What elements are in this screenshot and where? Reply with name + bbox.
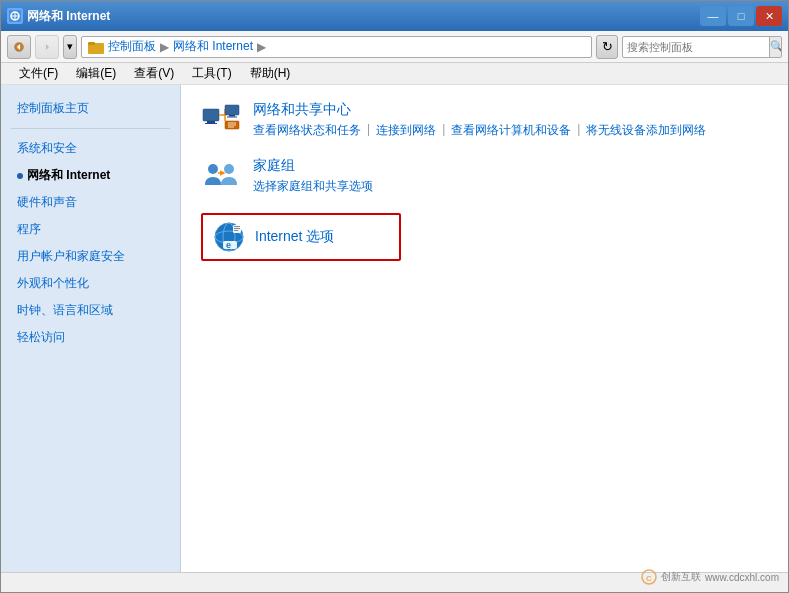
svg-point-22 bbox=[208, 164, 218, 174]
svg-rect-16 bbox=[229, 115, 235, 117]
svg-rect-17 bbox=[227, 117, 237, 118]
internet-options-item: e Internet 选项 bbox=[201, 213, 768, 261]
sidebar-item-network[interactable]: 网络和 Internet bbox=[1, 162, 180, 189]
sidebar-item-accessibility[interactable]: 轻松访问 bbox=[1, 324, 180, 351]
svg-rect-32 bbox=[234, 226, 240, 227]
titlebar-controls: — □ ✕ bbox=[700, 6, 782, 26]
forward-button[interactable] bbox=[35, 35, 59, 59]
internet-options-box: e Internet 选项 bbox=[201, 213, 401, 261]
breadcrumb-sep2: ▶ bbox=[257, 40, 266, 54]
main-window: 网络和 Internet — □ ✕ ▾ bbox=[0, 0, 789, 593]
link-homegroup-options[interactable]: 选择家庭组和共享选项 bbox=[253, 178, 373, 195]
sidebar: 控制面板主页 系统和安全 网络和 Internet 硬件和声音 程序 用户帐户和… bbox=[1, 85, 181, 572]
network-sharing-item: 网络和共享中心 查看网络状态和任务 | 连接到网络 | 查看网络计算机和设备 |… bbox=[201, 101, 768, 141]
menu-edit[interactable]: 编辑(E) bbox=[68, 63, 124, 84]
window-icon bbox=[7, 8, 23, 24]
homegroup-title[interactable]: 家庭组 bbox=[253, 157, 373, 175]
link-connect[interactable]: 连接到网络 bbox=[376, 122, 436, 139]
internet-options-icon: e bbox=[213, 221, 245, 253]
menu-help[interactable]: 帮助(H) bbox=[242, 63, 299, 84]
svg-rect-33 bbox=[234, 228, 240, 229]
refresh-icon: ↻ bbox=[602, 39, 613, 54]
titlebar-title: 网络和 Internet bbox=[27, 8, 110, 25]
maximize-button[interactable]: □ bbox=[728, 6, 754, 26]
minimize-button[interactable]: — bbox=[700, 6, 726, 26]
sidebar-item-programs[interactable]: 程序 bbox=[1, 216, 180, 243]
watermark-icon: C bbox=[641, 569, 657, 585]
dropdown-button[interactable]: ▾ bbox=[63, 35, 77, 59]
homegroup-icon bbox=[201, 157, 241, 197]
search-button[interactable]: 🔍 bbox=[769, 36, 782, 58]
titlebar: 网络和 Internet — □ ✕ bbox=[1, 1, 788, 31]
addressbar: ▾ 控制面板 ▶ 网络和 Internet ▶ ↻ 🔍 bbox=[1, 31, 788, 63]
sidebar-item-system[interactable]: 系统和安全 bbox=[1, 135, 180, 162]
sidebar-divider1 bbox=[11, 128, 170, 129]
svg-rect-11 bbox=[205, 123, 217, 124]
breadcrumb-controlpanel[interactable]: 控制面板 bbox=[108, 38, 156, 55]
link-view-computers[interactable]: 查看网络计算机和设备 bbox=[451, 122, 571, 139]
menu-view[interactable]: 查看(V) bbox=[126, 63, 182, 84]
svg-point-23 bbox=[224, 164, 234, 174]
link-view-status[interactable]: 查看网络状态和任务 bbox=[253, 122, 361, 139]
homegroup-links: 选择家庭组和共享选项 bbox=[253, 178, 373, 195]
sidebar-item-hardware[interactable]: 硬件和声音 bbox=[1, 189, 180, 216]
search-icon: 🔍 bbox=[770, 40, 782, 53]
menu-tools[interactable]: 工具(T) bbox=[184, 63, 239, 84]
search-input[interactable] bbox=[623, 41, 769, 53]
sidebar-item-user-accounts[interactable]: 用户帐户和家庭安全 bbox=[1, 243, 180, 270]
active-indicator bbox=[17, 173, 23, 179]
homegroup-text: 家庭组 选择家庭组和共享选项 bbox=[253, 157, 373, 195]
dropdown-icon: ▾ bbox=[67, 40, 73, 53]
content-area: 网络和共享中心 查看网络状态和任务 | 连接到网络 | 查看网络计算机和设备 |… bbox=[181, 85, 788, 572]
svg-text:C: C bbox=[646, 574, 652, 583]
network-sharing-title[interactable]: 网络和共享中心 bbox=[253, 101, 706, 119]
svg-marker-6 bbox=[46, 44, 49, 50]
network-sharing-icon bbox=[201, 101, 241, 141]
breadcrumb-sep1: ▶ bbox=[160, 40, 169, 54]
link-add-wireless[interactable]: 将无线设备添加到网络 bbox=[586, 122, 706, 139]
sidebar-item-clock[interactable]: 时钟、语言和区域 bbox=[1, 297, 180, 324]
menu-file[interactable]: 文件(F) bbox=[11, 63, 66, 84]
breadcrumb-network[interactable]: 网络和 Internet bbox=[173, 38, 253, 55]
svg-rect-10 bbox=[207, 121, 215, 123]
main-content: 控制面板主页 系统和安全 网络和 Internet 硬件和声音 程序 用户帐户和… bbox=[1, 85, 788, 572]
refresh-button[interactable]: ↻ bbox=[596, 35, 618, 59]
watermark-text: 创新互联 bbox=[661, 570, 701, 584]
search-bar: 🔍 bbox=[622, 36, 782, 58]
back-button[interactable] bbox=[7, 35, 31, 59]
sidebar-item-home[interactable]: 控制面板主页 bbox=[1, 95, 180, 122]
sidebar-item-appearance[interactable]: 外观和个性化 bbox=[1, 270, 180, 297]
network-sharing-text: 网络和共享中心 查看网络状态和任务 | 连接到网络 | 查看网络计算机和设备 |… bbox=[253, 101, 706, 139]
svg-rect-34 bbox=[234, 230, 238, 231]
internet-options-title[interactable]: Internet 选项 bbox=[255, 228, 334, 246]
network-sharing-links: 查看网络状态和任务 | 连接到网络 | 查看网络计算机和设备 | 将无线设备添加… bbox=[253, 122, 706, 139]
svg-rect-8 bbox=[88, 42, 95, 45]
menubar: 文件(F) 编辑(E) 查看(V) 工具(T) 帮助(H) bbox=[1, 63, 788, 85]
homegroup-item: 家庭组 选择家庭组和共享选项 bbox=[201, 157, 768, 197]
watermark-subtext: www.cdcxhl.com bbox=[705, 572, 779, 583]
close-button[interactable]: ✕ bbox=[756, 6, 782, 26]
titlebar-left: 网络和 Internet bbox=[7, 8, 110, 25]
svg-rect-15 bbox=[225, 105, 239, 115]
svg-rect-9 bbox=[203, 109, 219, 121]
breadcrumb-bar: 控制面板 ▶ 网络和 Internet ▶ bbox=[81, 36, 592, 58]
folder-icon bbox=[88, 39, 104, 55]
watermark: C 创新互联 www.cdcxhl.com bbox=[641, 569, 779, 585]
svg-text:e: e bbox=[226, 240, 231, 250]
